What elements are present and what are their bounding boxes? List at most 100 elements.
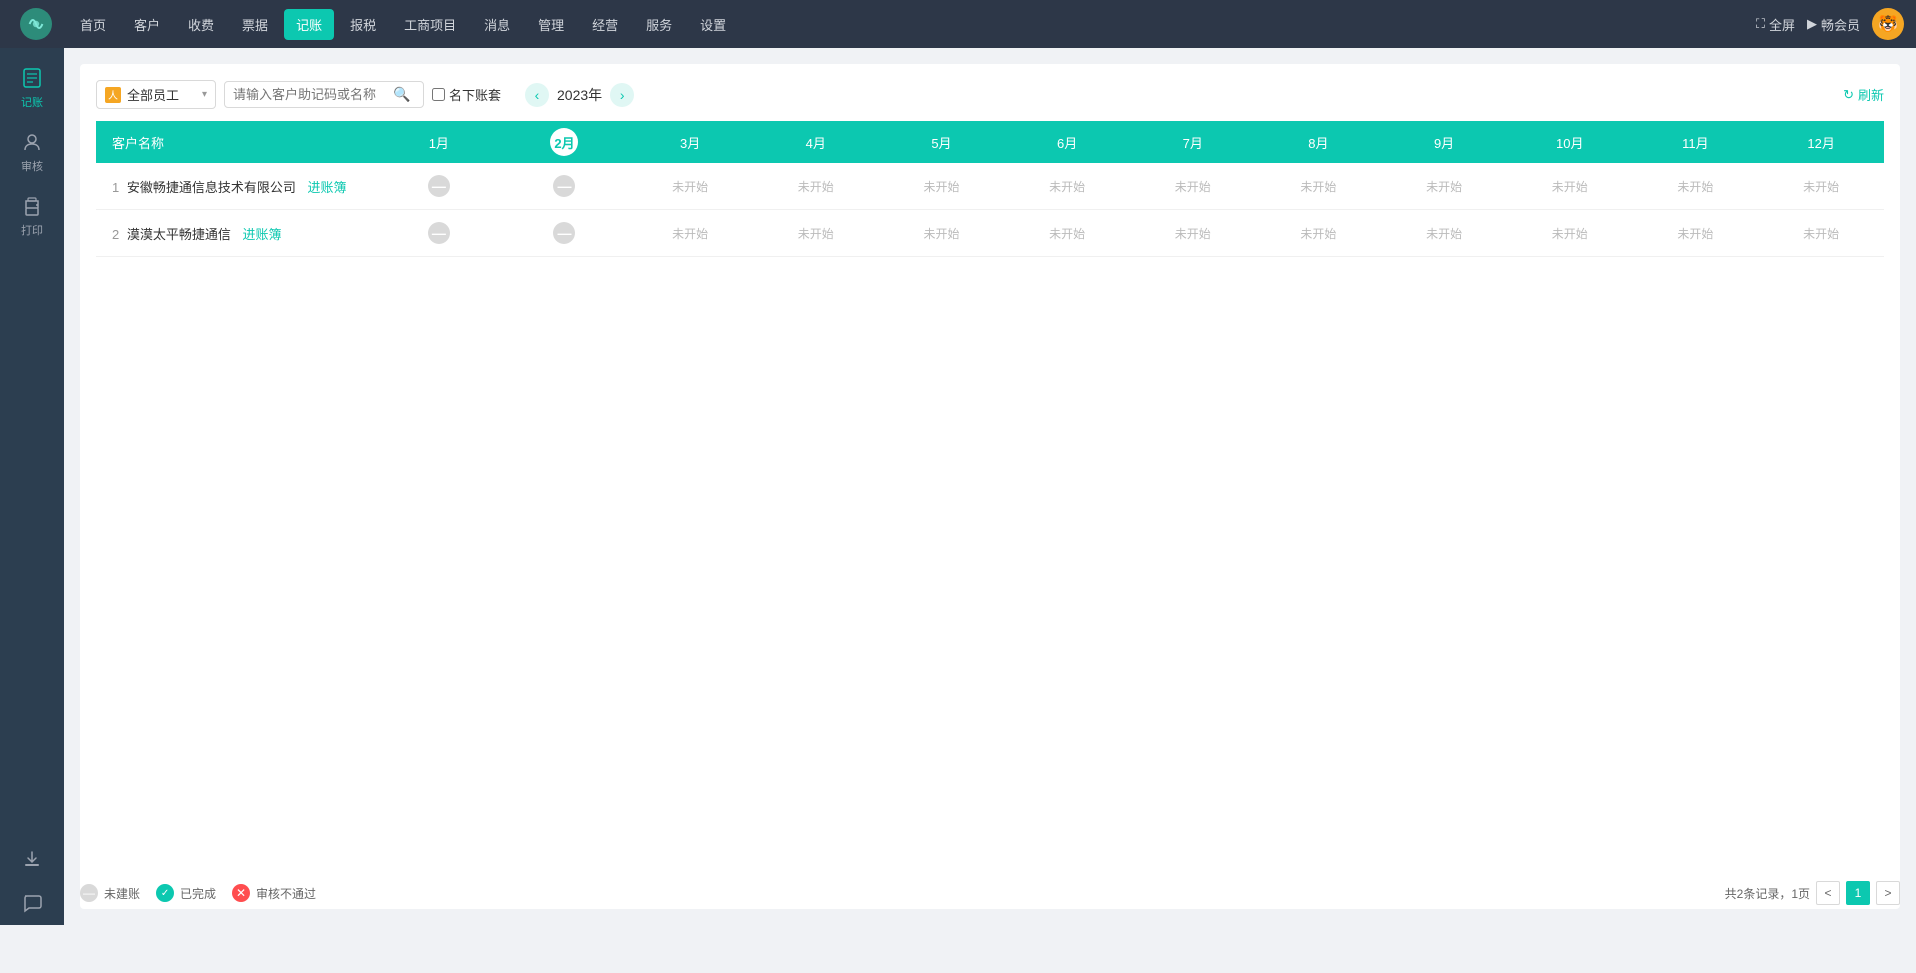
- sidebar-item-chat[interactable]: [0, 881, 64, 925]
- cell-1-mar: 未开始: [627, 163, 753, 210]
- nav-customer[interactable]: 客户: [122, 9, 172, 40]
- col-header-name: 客户名称: [96, 121, 376, 163]
- nav-invoice[interactable]: 票据: [230, 9, 280, 40]
- pagination-total: 共2条记录，1页: [1725, 885, 1810, 902]
- legend-gray-icon: —: [80, 884, 98, 902]
- cell-2-feb: —: [502, 210, 628, 257]
- vip-label: 畅会员: [1821, 15, 1860, 34]
- vip-icon: ▶: [1807, 16, 1817, 32]
- cell-2-jan: —: [376, 210, 502, 257]
- cell-1-nov: 未开始: [1633, 163, 1759, 210]
- sidebar-item-print[interactable]: 打印: [0, 184, 64, 248]
- cell-2-aug: 未开始: [1256, 210, 1382, 257]
- nav-operation[interactable]: 经营: [580, 9, 630, 40]
- nav-tax[interactable]: 报税: [338, 9, 388, 40]
- nav-home[interactable]: 首页: [68, 9, 118, 40]
- fullscreen-label: 全屏: [1769, 15, 1795, 34]
- chevron-down-icon: ▾: [202, 89, 207, 100]
- search-input[interactable]: [233, 87, 393, 102]
- next-year-button[interactable]: ›: [610, 83, 634, 107]
- search-button[interactable]: 🔍: [393, 86, 410, 103]
- sidebar-label-print: 打印: [21, 222, 43, 238]
- download-icon: [20, 847, 44, 871]
- col-header-aug: 8月: [1256, 121, 1382, 163]
- nav-accounting[interactable]: 记账: [284, 9, 334, 40]
- myaccounts-checkbox[interactable]: [432, 88, 445, 101]
- checkbox-myaccounts[interactable]: 名下账套: [432, 85, 501, 104]
- col-header-sep: 9月: [1381, 121, 1507, 163]
- cell-1-may: 未开始: [879, 163, 1005, 210]
- prev-year-button[interactable]: ‹: [525, 83, 549, 107]
- sidebar-bottom: [0, 837, 64, 925]
- cell-2-jun: 未开始: [1004, 210, 1130, 257]
- checkbox-label: 名下账套: [449, 85, 501, 104]
- cell-company-1: 1 安徽畅捷通信息技术有限公司 进账簿: [96, 163, 376, 210]
- legend-completed: ✓ 已完成: [156, 884, 216, 902]
- nav-service[interactable]: 服务: [634, 9, 684, 40]
- next-page-button[interactable]: >: [1876, 881, 1900, 905]
- employee-select-icon: 人: [105, 87, 121, 103]
- col-header-may: 5月: [879, 121, 1005, 163]
- current-page-button[interactable]: 1: [1846, 881, 1870, 905]
- table-row: 2 漠漠太平畅捷通信 进账簿 — — 未开始 未开始 未开始: [96, 210, 1884, 257]
- cell-2-mar: 未开始: [627, 210, 753, 257]
- nav-business[interactable]: 工商项目: [392, 9, 468, 40]
- legend-teal-label: 已完成: [180, 885, 216, 902]
- main-panel: 人 全部员工 ▾ 🔍 名下账套 ‹ 2023年 › ↻ 刷新: [80, 64, 1900, 909]
- refresh-button[interactable]: ↻ 刷新: [1843, 85, 1884, 104]
- cell-2-may: 未开始: [879, 210, 1005, 257]
- sidebar-item-accounting[interactable]: 记账: [0, 56, 64, 120]
- refresh-label: 刷新: [1858, 85, 1884, 104]
- sidebar-label-accounting: 记账: [21, 94, 43, 110]
- sidebar-item-download[interactable]: [0, 837, 64, 881]
- fullscreen-button[interactable]: ⛶ 全屏: [1756, 15, 1795, 34]
- bottom-bar: — 未建账 ✓ 已完成 ✕ 审核不通过 共2条记录，1页 < 1 >: [80, 869, 1900, 909]
- print-icon: [20, 194, 44, 218]
- col-header-feb: 2月: [502, 121, 628, 163]
- search-input-wrap: 🔍: [224, 81, 424, 108]
- cell-1-apr: 未开始: [753, 163, 879, 210]
- sidebar-label-audit: 审核: [21, 158, 43, 174]
- chat-icon: [20, 891, 44, 915]
- table-body: 1 安徽畅捷通信息技术有限公司 进账簿 — — 未开始 未开始 未开始: [96, 163, 1884, 257]
- nav-fee[interactable]: 收费: [176, 9, 226, 40]
- refresh-icon: ↻: [1843, 87, 1854, 103]
- company-link-1[interactable]: 进账簿: [308, 180, 347, 195]
- cell-1-jan: —: [376, 163, 502, 210]
- company-link-2[interactable]: 进账簿: [243, 227, 282, 242]
- accounting-icon: [20, 66, 44, 90]
- nav-settings[interactable]: 设置: [688, 9, 738, 40]
- cell-2-dec: 未开始: [1758, 210, 1884, 257]
- row-num-1: 1: [112, 180, 119, 195]
- vip-button[interactable]: ▶ 畅会员: [1807, 15, 1860, 34]
- sidebar-item-audit[interactable]: 审核: [0, 120, 64, 184]
- active-month-circle: 2月: [550, 128, 578, 156]
- nav-right: ⛶ 全屏 ▶ 畅会员 🐯: [1756, 8, 1904, 40]
- cell-2-jul: 未开始: [1130, 210, 1256, 257]
- cell-1-feb: —: [502, 163, 628, 210]
- legend-red-label: 审核不通过: [256, 885, 316, 902]
- col-header-apr: 4月: [753, 121, 879, 163]
- prev-page-button[interactable]: <: [1816, 881, 1840, 905]
- cell-1-aug: 未开始: [1256, 163, 1382, 210]
- legend-red-icon: ✕: [232, 884, 250, 902]
- col-header-jan: 1月: [376, 121, 502, 163]
- table-scroll-wrap: 客户名称 1月 2月 3月 4月 5月 6月 7月 8月 9月: [96, 121, 1884, 257]
- avatar[interactable]: 🐯: [1872, 8, 1904, 40]
- company-name-1: 安徽畅捷通信息技术有限公司: [127, 180, 296, 195]
- audit-icon: [20, 130, 44, 154]
- dash-circle: —: [553, 175, 575, 197]
- legend-teal-icon: ✓: [156, 884, 174, 902]
- cell-2-oct: 未开始: [1507, 210, 1633, 257]
- company-name-2: 漠漠太平畅捷通信: [127, 227, 231, 242]
- logo[interactable]: [12, 8, 60, 40]
- cell-1-jun: 未开始: [1004, 163, 1130, 210]
- dash-circle: —: [428, 175, 450, 197]
- table-header: 客户名称 1月 2月 3月 4月 5月 6月 7月 8月 9月: [96, 121, 1884, 163]
- nav-manage[interactable]: 管理: [526, 9, 576, 40]
- cell-2-nov: 未开始: [1633, 210, 1759, 257]
- legend-not-started: — 未建账: [80, 884, 140, 902]
- nav-message[interactable]: 消息: [472, 9, 522, 40]
- dash-circle: —: [553, 222, 575, 244]
- employee-select[interactable]: 人 全部员工 ▾: [96, 80, 216, 109]
